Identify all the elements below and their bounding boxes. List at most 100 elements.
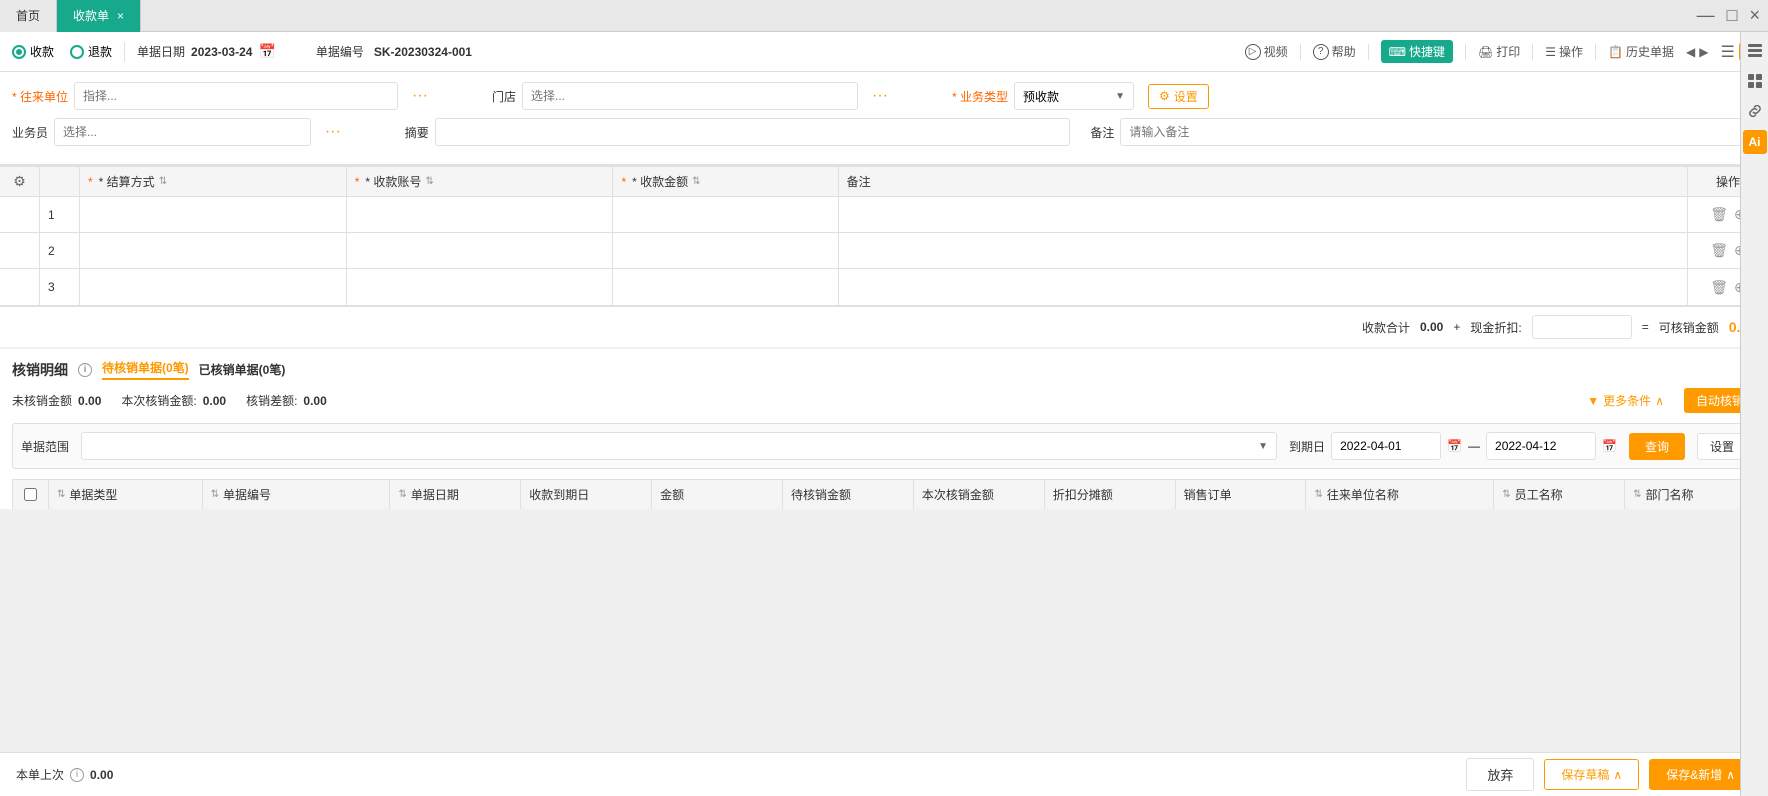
next-icon[interactable]: ▶ <box>1699 45 1708 59</box>
sidebar-link-icon[interactable] <box>1744 100 1766 122</box>
td-account-2[interactable] <box>347 233 614 268</box>
print-btn[interactable]: 🖨 打印 <box>1478 43 1520 60</box>
dth-partner-sort[interactable]: ⇅ <box>1314 489 1322 500</box>
delete-icon-1[interactable]: 🗑 <box>1710 206 1728 223</box>
radio-refund[interactable]: 退款 <box>70 43 112 60</box>
biz-chevron-icon: ▼ <box>1115 91 1125 102</box>
discount-label: 现金折扣: <box>1470 319 1521 336</box>
shortcut-btn[interactable]: ⌨ 快捷键 <box>1381 40 1453 63</box>
range-select[interactable]: ▼ <box>81 432 1277 460</box>
th-amount-text: * 收款金额 <box>632 173 688 190</box>
biz-type-field: * 业务类型 预收款 ▼ ⚙ 设置 <box>952 82 1252 110</box>
tab-close-icon[interactable]: × <box>117 9 124 23</box>
bottom-info-label: 本单上次 <box>16 766 64 783</box>
summary-input[interactable] <box>435 118 1071 146</box>
radio-receipt[interactable]: 收款 <box>12 43 54 60</box>
dth-billno-sort[interactable]: ⇅ <box>211 489 219 500</box>
td-amount-1[interactable] <box>613 197 838 232</box>
unchecked-label: 未核销金额 <box>12 392 72 409</box>
stats-row: 未核销金额 0.00 本次核销金额: 0.00 核销差额: 0.00 ▼ 更多条… <box>12 388 1756 413</box>
partner-more-btn[interactable]: ··· <box>408 87 432 105</box>
abandon-btn[interactable]: 放弃 <box>1466 758 1534 791</box>
sidebar-ai-icon[interactable]: Ai <box>1743 130 1767 154</box>
bottom-info-icon[interactable]: i <box>70 768 84 782</box>
th-account-sort[interactable]: ⇅ <box>425 176 433 187</box>
save-draft-btn[interactable]: 保存草稿 ∧ <box>1544 759 1639 790</box>
due-date-range: 到期日 📅 — 📅 <box>1289 432 1617 460</box>
table-settings-icon[interactable]: ⚙ <box>13 173 26 190</box>
calendar-to-icon[interactable]: 📅 <box>1602 439 1617 453</box>
td-payment-3[interactable] <box>80 269 347 305</box>
staff-input[interactable] <box>54 118 311 146</box>
tab-home[interactable]: 首页 <box>0 0 57 32</box>
biz-type-select[interactable]: 预收款 ▼ <box>1014 82 1134 110</box>
dth-type-text: 单据类型 <box>69 486 117 503</box>
sidebar-table-icon[interactable] <box>1744 40 1766 62</box>
remark-input[interactable] <box>1120 118 1756 146</box>
sidebar-layout-icon[interactable] <box>1744 70 1766 92</box>
chevron-up-icon: ∧ <box>1655 394 1664 408</box>
delete-icon-2[interactable]: 🗑 <box>1710 242 1728 259</box>
th-payment-label: * <box>88 175 93 189</box>
th-payment: * * 结算方式 ⇅ <box>80 167 347 196</box>
delete-icon-3[interactable]: 🗑 <box>1710 279 1728 296</box>
settings-btn[interactable]: ⚙ 设置 <box>1148 84 1209 109</box>
shop-more-btn[interactable]: ··· <box>868 87 892 105</box>
td-account-3[interactable] <box>347 269 614 305</box>
save-new-btn[interactable]: 保存&新增 ∧ <box>1649 759 1752 790</box>
th-payment-sort[interactable]: ⇅ <box>159 176 167 187</box>
dth-dept-sort[interactable]: ⇅ <box>1633 489 1641 500</box>
td-account-1[interactable] <box>347 197 614 232</box>
partner-input[interactable] <box>74 82 398 110</box>
tab-done[interactable]: 已核销单据(0笔) <box>199 361 286 378</box>
td-remark-1[interactable] <box>839 197 1688 232</box>
calendar-icon[interactable]: 📅 <box>258 43 275 60</box>
remark-label: 备注 <box>1090 124 1114 141</box>
select-all-checkbox[interactable] <box>24 488 37 501</box>
td-index-2: 2 <box>40 233 80 268</box>
discount-input[interactable] <box>1532 315 1632 339</box>
dth-date-sort[interactable]: ⇅ <box>398 489 406 500</box>
divider5 <box>1595 44 1596 60</box>
summary-label: 摘要 <box>405 124 429 141</box>
staff-label: 业务员 <box>12 124 48 141</box>
close-icon[interactable]: × <box>1749 5 1760 26</box>
dth-staff-sort[interactable]: ⇅ <box>1502 489 1510 500</box>
dth-staff: ⇅ 员工名称 <box>1494 480 1625 509</box>
minimize-icon[interactable]: — <box>1697 5 1715 26</box>
td-remark-2[interactable] <box>839 233 1688 268</box>
dth-type-sort[interactable]: ⇅ <box>57 489 65 500</box>
td-remark-3[interactable] <box>839 269 1688 305</box>
more-conditions-btn[interactable]: ▼ 更多条件 ∧ <box>1587 392 1664 409</box>
receipt-table-container: ⚙ * * 结算方式 ⇅ * * 收款账号 ⇅ * * 收款金额 ⇅ 备注 <box>0 165 1768 347</box>
verify-info-icon[interactable]: i <box>78 363 92 377</box>
divider2 <box>1368 44 1369 60</box>
dth-discount: 折扣分摊额 <box>1045 480 1176 509</box>
prev-icon[interactable]: ◀ <box>1686 45 1695 59</box>
td-amount-3[interactable] <box>613 269 838 305</box>
save-draft-chevron[interactable]: ∧ <box>1613 768 1622 782</box>
due-date-to[interactable] <box>1486 432 1596 460</box>
td-payment-1[interactable] <box>80 197 347 232</box>
video-btn[interactable]: ▷ 视频 <box>1245 43 1288 60</box>
shop-input[interactable] <box>522 82 858 110</box>
maximize-icon[interactable]: □ <box>1727 5 1738 26</box>
th-amount-sort[interactable]: ⇅ <box>692 176 700 187</box>
calendar-from-icon[interactable]: 📅 <box>1447 439 1462 453</box>
list-view-icon[interactable]: ☰ <box>1720 42 1734 62</box>
query-btn[interactable]: 查询 <box>1629 433 1685 460</box>
verify-title-text: 核销明细 <box>12 360 68 380</box>
tab-pending[interactable]: 待核销单据(0笔) <box>102 359 189 380</box>
history-icon: 📋 <box>1608 45 1623 59</box>
due-date-from[interactable] <box>1331 432 1441 460</box>
td-payment-2[interactable] <box>80 233 347 268</box>
td-settings-2 <box>0 233 40 268</box>
tab-current[interactable]: 收款单 × <box>57 0 141 32</box>
staff-more-btn[interactable]: ··· <box>321 123 345 141</box>
toolbar: 收款 退款 单据日期 2023-03-24 📅 单据编号 SK-20230324… <box>0 32 1768 72</box>
operate-btn[interactable]: ☰ 操作 <box>1545 43 1583 60</box>
history-btn[interactable]: 📋 历史单据 <box>1608 43 1674 60</box>
td-amount-2[interactable] <box>613 233 838 268</box>
help-btn[interactable]: ? 帮助 <box>1313 43 1356 60</box>
save-new-chevron[interactable]: ∧ <box>1726 768 1735 782</box>
